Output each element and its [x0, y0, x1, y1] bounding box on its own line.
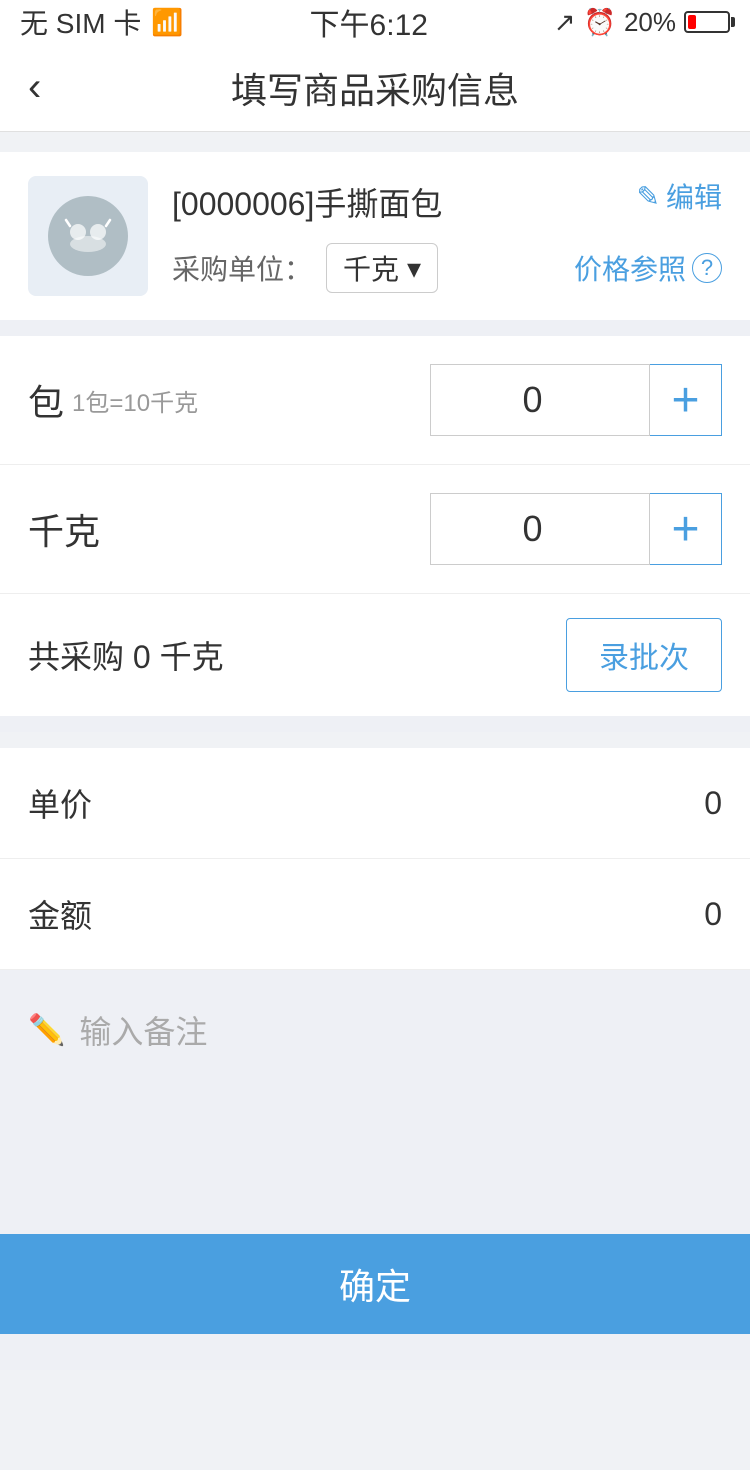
battery-fill: [688, 15, 696, 29]
amount-row: 金额 0: [0, 859, 750, 970]
edit-button[interactable]: ✎ 编辑: [637, 176, 722, 216]
location-icon: ↗: [554, 7, 576, 38]
separator-2: [0, 716, 750, 732]
unit-label: 采购单位：: [172, 248, 312, 288]
bao-label: 包: [28, 374, 64, 426]
status-left: 无 SIM 卡 📶: [20, 2, 184, 42]
record-batch-button[interactable]: 录批次: [566, 618, 722, 692]
chevron-down-icon: ▾: [407, 252, 421, 285]
confirm-button[interactable]: 确定: [0, 1234, 750, 1334]
amount-value: 0: [704, 896, 722, 933]
bao-input-controls: +: [430, 364, 722, 436]
kg-label: 千克: [28, 503, 100, 555]
bao-plus-button[interactable]: +: [650, 364, 722, 436]
logo-svg: [58, 216, 118, 256]
product-unit-row: 采购单位： 千克 ▾ 价格参照 ?: [172, 243, 722, 293]
edit-icon: ✎: [637, 180, 660, 213]
price-value: 0: [704, 785, 722, 822]
help-icon[interactable]: ?: [692, 253, 722, 283]
price-label: 单价: [28, 780, 92, 826]
price-ref-button[interactable]: 价格参照 ?: [574, 248, 722, 288]
notes-section[interactable]: ✏️ 输入备注: [0, 970, 750, 1090]
bao-input-row: 包 1包=10千克 +: [0, 336, 750, 465]
product-logo: [48, 196, 128, 276]
nav-bar: ‹ 填写商品采购信息: [0, 44, 750, 132]
price-row: 单价 0: [0, 748, 750, 859]
status-right: ↗ ⏰ 20%: [554, 7, 730, 38]
bao-sub-label: 1包=10千克: [72, 383, 198, 418]
detail-section: 单价 0 金额 0: [0, 748, 750, 970]
separator-1: [0, 320, 750, 336]
input-section: 包 1包=10千克 + 千克 +: [0, 336, 750, 594]
status-time: 下午6:12: [310, 0, 428, 44]
edit-label: 编辑: [666, 176, 722, 216]
product-thumbnail: [28, 176, 148, 296]
bao-quantity-input[interactable]: [430, 364, 650, 436]
pencil-icon: ✏️: [28, 1013, 65, 1048]
kg-input-controls: +: [430, 493, 722, 565]
page-title: 填写商品采购信息: [231, 62, 519, 114]
notes-placeholder: 输入备注: [79, 1007, 207, 1053]
alarm-icon: ⏰: [584, 7, 616, 38]
kg-input-row: 千克 +: [0, 465, 750, 594]
battery-pct: 20%: [624, 7, 676, 38]
back-button[interactable]: ‹: [28, 65, 41, 110]
kg-plus-button[interactable]: +: [650, 493, 722, 565]
kg-quantity-input[interactable]: [430, 493, 650, 565]
unit-value: 千克: [343, 248, 399, 288]
wifi-icon: 📶: [151, 7, 183, 38]
summary-row: 共采购 0 千克 录批次: [0, 594, 750, 716]
no-sim-label: 无 SIM 卡: [20, 2, 141, 42]
price-ref-label: 价格参照: [574, 248, 686, 288]
battery-icon: [684, 11, 730, 33]
status-bar: 无 SIM 卡 📶 下午6:12 ↗ ⏰ 20%: [0, 0, 750, 44]
confirm-label: 确定: [339, 1258, 411, 1310]
amount-label: 金额: [28, 891, 92, 937]
product-card: [0000006]手撕面包 采购单位： 千克 ▾ 价格参照 ? ✎ 编辑: [0, 152, 750, 320]
unit-select[interactable]: 千克 ▾: [326, 243, 438, 293]
summary-text: 共采购 0 千克: [28, 632, 224, 678]
